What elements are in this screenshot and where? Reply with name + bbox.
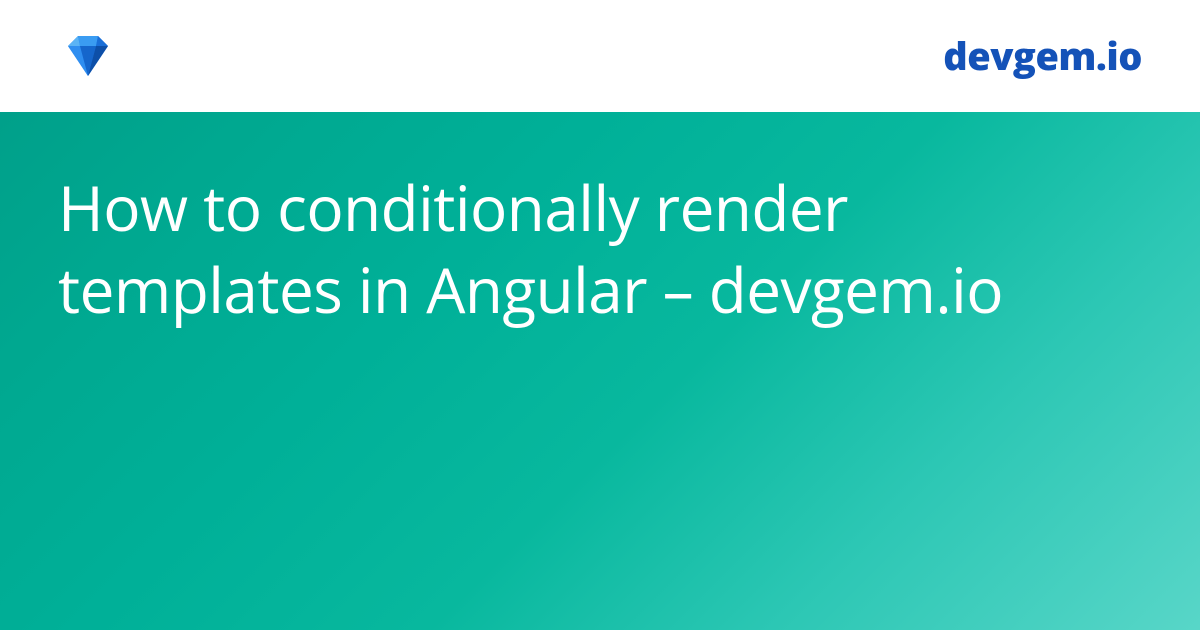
logo-wrap <box>58 32 118 80</box>
hero-section: How to conditionally render templates in… <box>0 112 1200 630</box>
page-title: How to conditionally render templates in… <box>58 168 1058 332</box>
header-bar: devgem.io <box>0 0 1200 112</box>
gem-icon <box>58 32 118 80</box>
brand-text: devgem.io <box>943 30 1142 82</box>
